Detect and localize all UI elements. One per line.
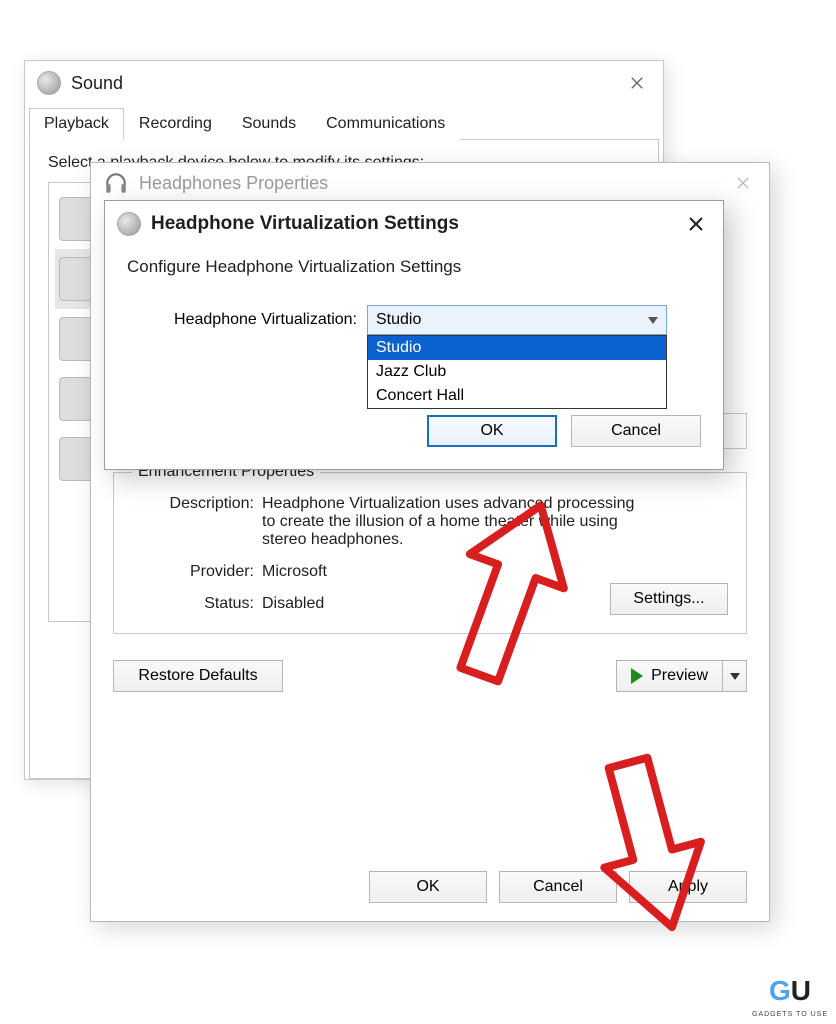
hp-props-close-button[interactable] (729, 169, 757, 197)
headphones-icon (103, 170, 129, 196)
caret-down-icon (730, 673, 740, 680)
tab-communications[interactable]: Communications (311, 108, 460, 140)
virt-titlebar: Headphone Virtualization Settings (105, 201, 723, 247)
hp-props-title: Headphones Properties (139, 173, 328, 194)
preview-button[interactable]: Preview (617, 661, 722, 691)
hp-cancel-button[interactable]: Cancel (499, 871, 617, 903)
watermark-logo: G U GADGETS TO USE (752, 975, 828, 1018)
provider-value: Microsoft (262, 563, 642, 581)
virt-close-button[interactable] (681, 209, 711, 239)
sound-title: Sound (71, 73, 123, 94)
preview-dropdown-button[interactable] (722, 661, 746, 691)
virtualization-settings-dialog: Headphone Virtualization Settings Config… (104, 200, 724, 470)
tab-recording[interactable]: Recording (124, 108, 227, 140)
preview-label: Preview (651, 667, 708, 685)
sound-icon (37, 71, 61, 95)
hp-props-titlebar: Headphones Properties (91, 163, 769, 203)
watermark-u: U (791, 975, 811, 1007)
chevron-down-icon (648, 317, 658, 324)
virt-combo-option-studio[interactable]: Studio (368, 336, 666, 360)
virt-subheading: Configure Headphone Virtualization Setti… (127, 257, 701, 277)
enhancement-properties-group: Enhancement Properties Description: Head… (113, 463, 747, 634)
virt-combo-option-concert-hall[interactable]: Concert Hall (368, 384, 666, 408)
sound-close-button[interactable] (623, 69, 651, 97)
close-icon (630, 76, 644, 90)
virt-combo-label: Headphone Virtualization: (127, 311, 357, 329)
tab-playback[interactable]: Playback (29, 108, 124, 140)
watermark-text: GADGETS TO USE (752, 1011, 828, 1018)
virt-title: Headphone Virtualization Settings (151, 213, 459, 235)
description-label: Description: (132, 495, 262, 513)
play-icon (631, 668, 643, 684)
sound-icon (117, 212, 141, 236)
description-value: Headphone Virtualization uses advanced p… (262, 495, 642, 549)
status-value: Disabled (262, 595, 642, 613)
hp-apply-button[interactable]: Apply (629, 871, 747, 903)
virt-combo-value: Studio (376, 311, 421, 329)
hp-ok-button[interactable]: OK (369, 871, 487, 903)
preview-split-button: Preview (616, 660, 747, 692)
sound-titlebar: Sound (25, 61, 663, 101)
close-icon (688, 216, 704, 232)
status-label: Status: (132, 595, 262, 613)
virt-ok-button[interactable]: OK (427, 415, 557, 447)
virt-combo-option-jazz-club[interactable]: Jazz Club (368, 360, 666, 384)
virt-body: Configure Headphone Virtualization Setti… (105, 247, 723, 469)
tab-sounds[interactable]: Sounds (227, 108, 311, 140)
restore-defaults-button[interactable]: Restore Defaults (113, 660, 283, 692)
close-icon (736, 176, 750, 190)
sound-tabs: Playback Recording Sounds Communications (25, 107, 663, 139)
virt-cancel-button[interactable]: Cancel (571, 415, 701, 447)
provider-label: Provider: (132, 563, 262, 581)
enhancement-settings-button[interactable]: Settings... (610, 583, 728, 615)
virt-combo-list: Studio Jazz Club Concert Hall (367, 335, 667, 409)
watermark-g: G (769, 975, 791, 1007)
virt-combo[interactable]: Studio (367, 305, 667, 335)
